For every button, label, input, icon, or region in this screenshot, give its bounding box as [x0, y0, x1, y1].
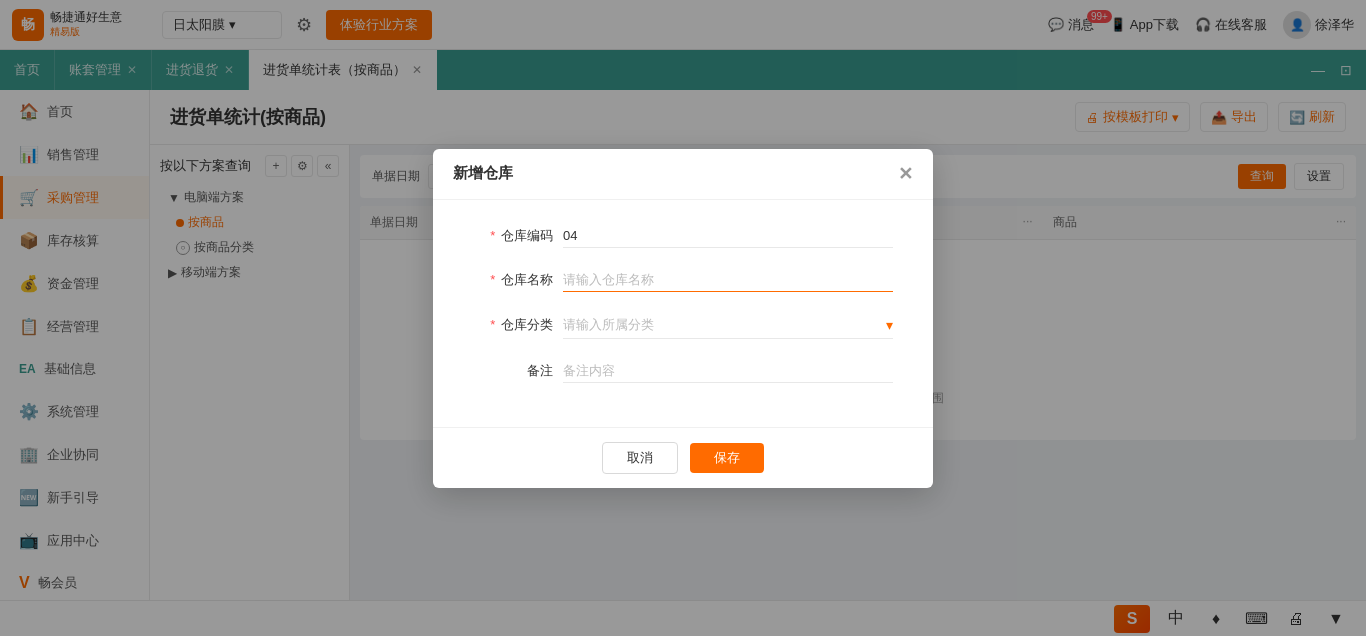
- form-row-code: * 仓库编码: [473, 224, 893, 248]
- category-arrow-icon: ▾: [886, 317, 893, 333]
- form-row-name: * 仓库名称: [473, 268, 893, 292]
- name-label: * 仓库名称: [473, 271, 553, 289]
- warehouse-name-input[interactable]: [563, 268, 893, 292]
- required-star-cat: *: [490, 317, 495, 332]
- warehouse-code-input[interactable]: [563, 224, 893, 248]
- form-row-note: 备注: [473, 359, 893, 383]
- note-label: 备注: [473, 362, 553, 380]
- modal-footer: 取消 保存: [433, 427, 933, 488]
- form-row-category: * 仓库分类 请输入所属分类 ▾: [473, 312, 893, 339]
- modal-title: 新增仓库: [453, 164, 513, 183]
- warehouse-note-input[interactable]: [563, 359, 893, 383]
- required-star-name: *: [490, 272, 495, 287]
- category-placeholder: 请输入所属分类: [563, 316, 654, 334]
- modal-body: * 仓库编码 * 仓库名称 * 仓库分类 请输入所属: [433, 200, 933, 427]
- modal-overlay: 新增仓库 ✕ * 仓库编码 * 仓库名称: [0, 0, 1366, 636]
- cancel-button[interactable]: 取消: [602, 442, 678, 474]
- code-label: * 仓库编码: [473, 227, 553, 245]
- category-select[interactable]: 请输入所属分类 ▾: [563, 312, 893, 339]
- modal-new-warehouse: 新增仓库 ✕ * 仓库编码 * 仓库名称: [433, 149, 933, 488]
- save-button[interactable]: 保存: [690, 443, 764, 473]
- modal-header: 新增仓库 ✕: [433, 149, 933, 200]
- modal-close-button[interactable]: ✕: [898, 163, 913, 185]
- category-label: * 仓库分类: [473, 316, 553, 334]
- required-star: *: [490, 228, 495, 243]
